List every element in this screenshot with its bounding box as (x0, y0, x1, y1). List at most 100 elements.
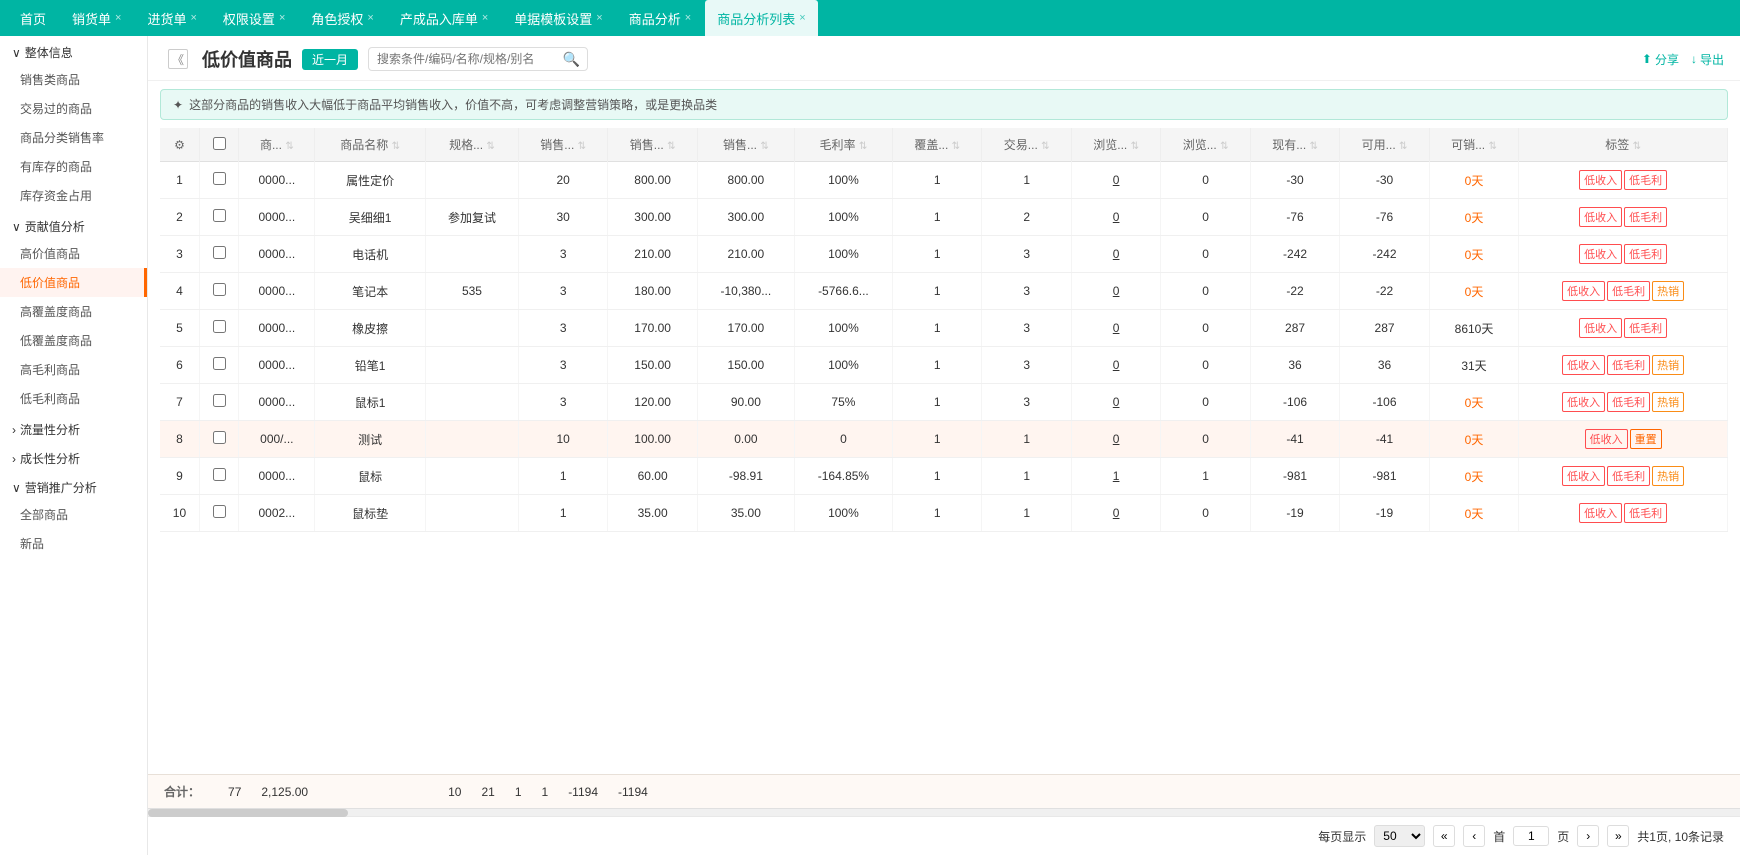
row-checkbox[interactable] (213, 209, 226, 222)
export-button[interactable]: ↓ 导出 (1691, 51, 1724, 68)
th-checkbox[interactable] (199, 128, 239, 162)
view-link[interactable]: 0 (1113, 506, 1120, 520)
row-checkbox[interactable] (213, 431, 226, 444)
nav-permission[interactable]: 权限设置 × (211, 0, 297, 36)
sidebar-item-high-value[interactable]: 高价值商品 (0, 239, 147, 268)
cell-checkbox[interactable] (199, 384, 239, 421)
cell-checkbox[interactable] (199, 421, 239, 458)
select-all-checkbox[interactable] (213, 137, 226, 150)
row-checkbox[interactable] (213, 320, 226, 333)
nav-close-icon[interactable]: × (190, 12, 196, 24)
last-page-btn[interactable]: » (1607, 825, 1629, 847)
sidebar-group-marketing[interactable]: ∨ 营销推广分析 (0, 471, 147, 500)
row-checkbox[interactable] (213, 394, 226, 407)
view-link[interactable]: 0 (1113, 173, 1120, 187)
th-sellable[interactable]: 可销... ⇅ (1429, 128, 1518, 162)
nav-product-analysis[interactable]: 商品分析 × (617, 0, 703, 36)
sidebar-group-contribution[interactable]: ∨ 贡献值分析 (0, 210, 147, 239)
cell-checkbox[interactable] (199, 495, 239, 532)
nav-close-icon[interactable]: × (367, 12, 373, 24)
cell-checkbox[interactable] (199, 347, 239, 384)
th-trade[interactable]: 交易... ⇅ (982, 128, 1071, 162)
nav-sales[interactable]: 销货单 × (60, 0, 133, 36)
sidebar-item-all-goods[interactable]: 全部商品 (0, 500, 147, 529)
cell-view1[interactable]: 1 (1071, 458, 1160, 495)
nav-product-list[interactable]: 商品分析列表 × (705, 0, 817, 36)
sidebar-item-inventory-goods[interactable]: 有库存的商品 (0, 152, 147, 181)
sidebar-item-new-goods[interactable]: 新品 (0, 529, 147, 558)
sidebar-item-category-rate[interactable]: 商品分类销售率 (0, 123, 147, 152)
per-page-select[interactable]: 50 100 (1374, 825, 1425, 847)
sidebar-group-overall[interactable]: ∨ 整体信息 (0, 36, 147, 65)
nav-close-icon[interactable]: × (799, 12, 805, 24)
search-input[interactable] (368, 47, 588, 71)
collapse-button[interactable]: 《 (168, 49, 188, 69)
nav-home[interactable]: 首页 (8, 0, 58, 36)
th-view2[interactable]: 浏览... ⇅ (1161, 128, 1250, 162)
nav-close-icon[interactable]: × (279, 12, 285, 24)
cell-view1[interactable]: 0 (1071, 162, 1160, 199)
nav-template[interactable]: 单据模板设置 × (502, 0, 614, 36)
cell-view1[interactable]: 0 (1071, 421, 1160, 458)
cell-checkbox[interactable] (199, 236, 239, 273)
th-name[interactable]: 商品名称 ⇅ (315, 128, 426, 162)
view-link[interactable]: 0 (1113, 358, 1120, 372)
th-settings[interactable]: ⚙ (160, 128, 199, 162)
view-link[interactable]: 1 (1113, 469, 1120, 483)
cell-view1[interactable]: 0 (1071, 310, 1160, 347)
cell-checkbox[interactable] (199, 273, 239, 310)
cell-view1[interactable]: 0 (1071, 236, 1160, 273)
row-checkbox[interactable] (213, 357, 226, 370)
time-filter-btn[interactable]: 近一月 (302, 49, 358, 70)
view-link[interactable]: 0 (1113, 395, 1120, 409)
view-link[interactable]: 0 (1113, 284, 1120, 298)
first-page-btn[interactable]: « (1433, 825, 1455, 847)
current-page-input[interactable] (1513, 826, 1549, 846)
sidebar-group-growth[interactable]: › 成长性分析 (0, 442, 147, 471)
sidebar-item-high-coverage[interactable]: 高覆盖度商品 (0, 297, 147, 326)
sidebar-item-traded-goods[interactable]: 交易过的商品 (0, 94, 147, 123)
next-page-btn[interactable]: › (1577, 825, 1599, 847)
cell-checkbox[interactable] (199, 199, 239, 236)
scrollbar-thumb[interactable] (148, 809, 348, 817)
cell-view1[interactable]: 0 (1071, 199, 1160, 236)
th-spec[interactable]: 规格... ⇅ (425, 128, 518, 162)
row-checkbox[interactable] (213, 283, 226, 296)
row-checkbox[interactable] (213, 246, 226, 259)
table-wrapper[interactable]: ⚙ 商... ⇅ 商品名称 ⇅ 规格... ⇅ 销售... ⇅ 销售... ⇅ … (148, 128, 1740, 774)
nav-close-icon[interactable]: × (596, 12, 602, 24)
cell-checkbox[interactable] (199, 458, 239, 495)
sidebar-item-inventory-fund[interactable]: 库存资金占用 (0, 181, 147, 210)
th-sale-qty[interactable]: 销售... ⇅ (518, 128, 607, 162)
view-link[interactable]: 0 (1113, 432, 1120, 446)
cell-checkbox[interactable] (199, 310, 239, 347)
view-link[interactable]: 0 (1113, 247, 1120, 261)
prev-page-btn[interactable]: ‹ (1463, 825, 1485, 847)
nav-inventory[interactable]: 产成品入库单 × (388, 0, 500, 36)
th-cover[interactable]: 覆盖... ⇅ (892, 128, 981, 162)
row-checkbox[interactable] (213, 172, 226, 185)
nav-close-icon[interactable]: × (685, 12, 691, 24)
th-margin[interactable]: 毛利率 ⇅ (794, 128, 892, 162)
nav-close-icon[interactable]: × (115, 12, 121, 24)
sidebar-item-sales-goods[interactable]: 销售类商品 (0, 65, 147, 94)
cell-view1[interactable]: 0 (1071, 495, 1160, 532)
nav-purchase[interactable]: 进货单 × (135, 0, 208, 36)
nav-close-icon[interactable]: × (482, 12, 488, 24)
cell-checkbox[interactable] (199, 162, 239, 199)
view-link[interactable]: 0 (1113, 321, 1120, 335)
sidebar-item-low-value[interactable]: 低价值商品 (0, 268, 147, 297)
th-sale-amount[interactable]: 销售... ⇅ (697, 128, 794, 162)
th-available[interactable]: 可用... ⇅ (1340, 128, 1429, 162)
th-code[interactable]: 商... ⇅ (239, 128, 315, 162)
sidebar-item-low-margin[interactable]: 低毛利商品 (0, 384, 147, 413)
cell-view1[interactable]: 0 (1071, 273, 1160, 310)
row-checkbox[interactable] (213, 468, 226, 481)
scrollbar-area[interactable] (148, 808, 1740, 816)
row-checkbox[interactable] (213, 505, 226, 518)
cell-view1[interactable]: 0 (1071, 347, 1160, 384)
sidebar-item-high-margin[interactable]: 高毛利商品 (0, 355, 147, 384)
cell-view1[interactable]: 0 (1071, 384, 1160, 421)
nav-role[interactable]: 角色授权 × (299, 0, 385, 36)
view-link[interactable]: 0 (1113, 210, 1120, 224)
